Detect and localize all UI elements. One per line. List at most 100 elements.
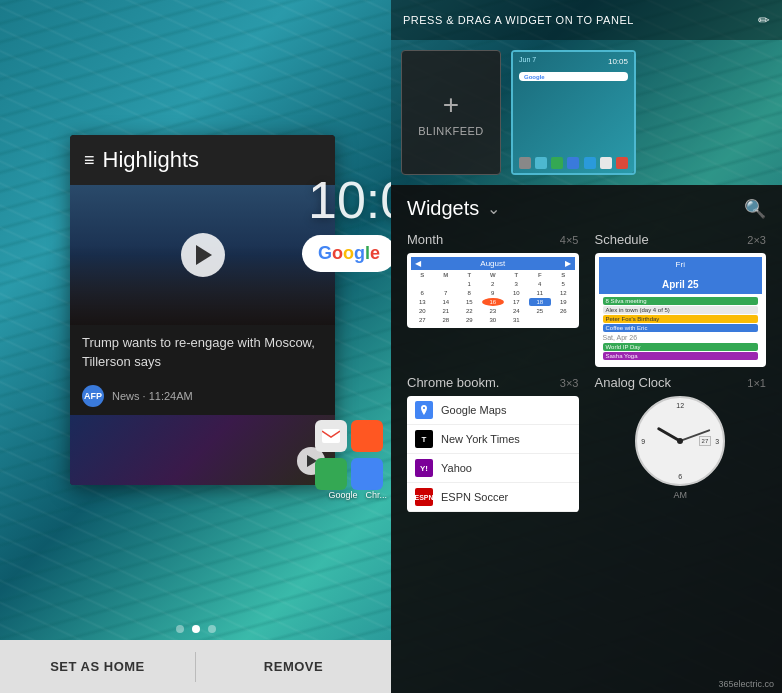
google-label: Google xyxy=(328,490,357,500)
analog-clock-widget-name: Analog Clock xyxy=(595,375,672,390)
cal-c33: 31 xyxy=(505,316,528,324)
analog-clock-preview: 12 6 3 9 27 xyxy=(635,396,725,486)
mini-icon-7 xyxy=(616,157,628,169)
chrome-widget-name: Chrome bookm. xyxy=(407,375,499,390)
cal-c9: 7 xyxy=(435,289,458,297)
plus-icon: + xyxy=(443,89,459,121)
home-thumb-inner: 10:05 Jun 7 Google xyxy=(513,52,634,173)
chrome-item-espn[interactable]: ESPN ESPN Soccer xyxy=(407,483,579,512)
analog-clock-widget-item[interactable]: Analog Clock 1×1 12 6 3 9 27 xyxy=(587,371,775,516)
schedule-preview: Fri April 25 8 Silva meeting Alex in tow… xyxy=(595,253,767,367)
yahoo-icon: Y! xyxy=(415,459,433,477)
remove-button[interactable]: REMOVE xyxy=(196,640,391,693)
clock-date-window: 27 xyxy=(699,436,712,446)
cal-c14: 12 xyxy=(552,289,575,297)
page-dots xyxy=(176,625,216,633)
gmail-icon[interactable] xyxy=(315,420,347,452)
svg-rect-0 xyxy=(322,429,340,443)
bottom-bar: SET AS HOME REMOVE xyxy=(0,640,391,693)
mini-icon-1 xyxy=(519,157,531,169)
sched-day-header: Fri xyxy=(599,257,763,272)
mini-icon-5 xyxy=(584,157,596,169)
cal-day-t2: T xyxy=(505,271,528,279)
chrome-item-yahoo[interactable]: Y! Yahoo xyxy=(407,454,579,483)
month-widget-size: 4×5 xyxy=(560,234,579,246)
blinkfeed-label: BLINKFEED xyxy=(418,125,484,137)
cal-next: ▶ xyxy=(565,259,571,268)
chrome-item-maps[interactable]: Google Maps xyxy=(407,396,579,425)
highlights-header: ≡ Highlights xyxy=(70,135,335,185)
icon3[interactable] xyxy=(315,458,347,490)
blinkfeed-card[interactable]: + BLINKFEED xyxy=(401,50,501,175)
google-logo: Google xyxy=(318,243,380,263)
mini-date: Jun 7 xyxy=(519,56,536,63)
instruction-text: PRESS & DRAG A WIDGET ON TO PANEL xyxy=(403,14,634,26)
cal-c24: 22 xyxy=(458,307,481,315)
play-triangle-icon xyxy=(196,245,212,265)
icon2[interactable] xyxy=(351,420,383,452)
schedule-widget-item[interactable]: Schedule 2×3 Fri April 25 8 Silva meetin… xyxy=(587,228,775,371)
highlights-card[interactable]: ≡ Highlights Trump wants to re-engage wi… xyxy=(70,135,335,485)
cal-c8: 6 xyxy=(411,289,434,297)
sched-event-2: Alex in town (day 4 of 5) xyxy=(603,306,759,314)
chrome-item-nyt[interactable]: T New York Times xyxy=(407,425,579,454)
cal-c32: 30 xyxy=(482,316,505,324)
cal-day-t1: T xyxy=(458,271,481,279)
watermark: 365electric.co xyxy=(718,679,774,689)
page-dot-2[interactable] xyxy=(192,625,200,633)
thumbs-row: + BLINKFEED 10:05 Jun 7 Google xyxy=(391,40,782,185)
search-icon[interactable]: 🔍 xyxy=(744,198,766,220)
source-logo: AFP xyxy=(82,385,104,407)
mini-icon-4 xyxy=(567,157,579,169)
cal-c16: 14 xyxy=(435,298,458,306)
widgets-title-row: Widgets ⌄ xyxy=(407,197,500,220)
mini-icon-3 xyxy=(551,157,563,169)
mini-icon-2 xyxy=(535,157,547,169)
cal-c20: 18 xyxy=(529,298,552,306)
cal-c26: 24 xyxy=(505,307,528,315)
cal-c7: 5 xyxy=(552,280,575,288)
cal-c31: 29 xyxy=(458,316,481,324)
cal-c25: 23 xyxy=(482,307,505,315)
nyt-label: New York Times xyxy=(441,433,520,445)
mini-bottom-icons xyxy=(513,157,634,169)
caption-text: Trump wants to re-engage with Moscow, Ti… xyxy=(82,335,315,369)
app-labels: Google Chr... xyxy=(328,490,391,500)
sched-event-3: Peter Fox's Birthday xyxy=(603,315,759,323)
mini-search-bar: Google xyxy=(519,72,628,81)
pencil-icon[interactable]: ✏ xyxy=(758,12,770,28)
cal-c35 xyxy=(552,316,575,324)
google-search-bar[interactable]: Google xyxy=(302,235,391,272)
schedule-widget-size: 2×3 xyxy=(747,234,766,246)
hamburger-icon: ≡ xyxy=(84,150,93,171)
right-side: PRESS & DRAG A WIDGET ON TO PANEL ✏ + BL… xyxy=(391,0,782,693)
home-screen-thumb[interactable]: 10:05 Jun 7 Google xyxy=(511,50,636,175)
widgets-header: Widgets ⌄ 🔍 xyxy=(391,185,782,228)
cal-c27: 25 xyxy=(529,307,552,315)
dock-icons xyxy=(315,420,383,490)
month-widget-item[interactable]: Month 4×5 ◀ August ▶ S M T W T xyxy=(399,228,587,371)
cal-c29: 27 xyxy=(411,316,434,324)
cal-c17: 15 xyxy=(458,298,481,306)
clock-am-label: AM xyxy=(595,490,767,500)
home-screen-area: ≡ Highlights Trump wants to re-engage wi… xyxy=(0,0,391,640)
cal-grid: S M T W T F S 1 2 3 4 5 xyxy=(411,271,575,324)
cal-day-w: W xyxy=(482,271,505,279)
page-dot-3[interactable] xyxy=(208,625,216,633)
schedule-widget-name: Schedule xyxy=(595,232,649,247)
cal-c5: 3 xyxy=(505,280,528,288)
cal-prev: ◀ xyxy=(415,259,421,268)
play-button[interactable] xyxy=(181,233,225,277)
cal-c6: 4 xyxy=(529,280,552,288)
highlights-thumbnail[interactable] xyxy=(70,415,335,485)
cal-c23: 21 xyxy=(435,307,458,315)
page-dot-1[interactable] xyxy=(176,625,184,633)
mini-icon-6 xyxy=(600,157,612,169)
maps-label: Google Maps xyxy=(441,404,506,416)
chrome-widget-item[interactable]: Chrome bookm. 3×3 Google Maps T New York… xyxy=(399,371,587,516)
set-as-home-button[interactable]: SET AS HOME xyxy=(0,640,195,693)
chevron-down-icon[interactable]: ⌄ xyxy=(487,199,500,218)
icon4[interactable] xyxy=(351,458,383,490)
cal-header: ◀ August ▶ xyxy=(411,257,575,270)
widgets-panel: Widgets ⌄ 🔍 Month 4×5 ◀ August ▶ xyxy=(391,185,782,693)
